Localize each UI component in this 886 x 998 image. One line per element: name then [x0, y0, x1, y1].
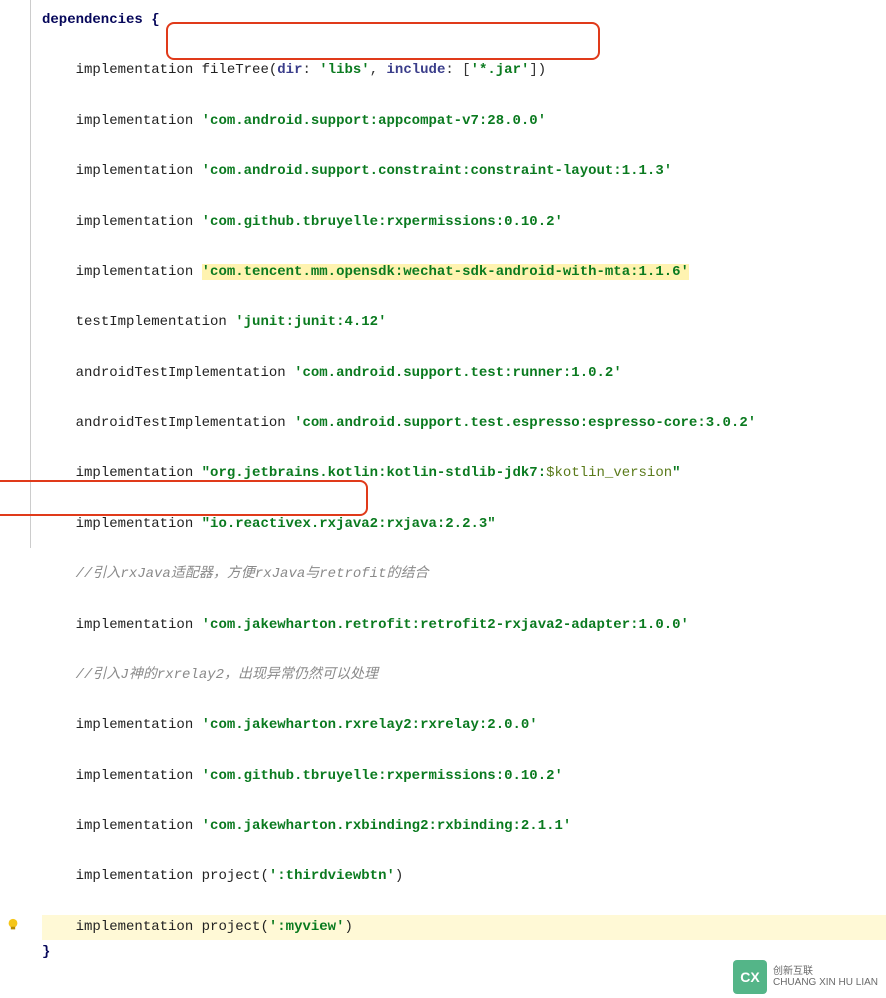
line-rxpermissions-2: implementation 'com.github.tbruyelle:rxp…: [42, 764, 886, 789]
line-constraint: implementation 'com.android.support.cons…: [42, 159, 886, 184]
line-rxpermissions: implementation 'com.github.tbruyelle:rxp…: [42, 210, 886, 235]
watermark: CX 创新互联 CHUANG XIN HU LIAN: [733, 960, 878, 994]
line-adapter: implementation 'com.jakewharton.retrofit…: [42, 613, 886, 638]
line-rxjava: implementation "io.reactivex.rxjava2:rxj…: [42, 512, 886, 537]
line-dependencies-open: dependencies {: [42, 8, 886, 33]
line-junit: testImplementation 'junit:junit:4.12': [42, 310, 886, 335]
line-rxbinding: implementation 'com.jakewharton.rxbindin…: [42, 814, 886, 839]
line-comment-1: //引入rxJava适配器，方便rxJava与retrofit的结合: [42, 562, 886, 587]
line-runner: androidTestImplementation 'com.android.s…: [42, 361, 886, 386]
line-kotlin: implementation "org.jetbrains.kotlin:kot…: [42, 461, 886, 486]
line-espresso: androidTestImplementation 'com.android.s…: [42, 411, 886, 436]
line-filetree: implementation fileTree(dir: 'libs', inc…: [42, 58, 886, 83]
keyword-dependencies: dependencies {: [42, 12, 160, 28]
line-appcompat: implementation 'com.android.support:appc…: [42, 109, 886, 134]
watermark-text: 创新互联 CHUANG XIN HU LIAN: [773, 966, 878, 988]
code-editor: dependencies { implementation fileTree(d…: [0, 0, 886, 998]
watermark-badge: CX: [733, 960, 767, 994]
line-myview: implementation project(':myview'): [42, 915, 886, 940]
line-wechat: implementation 'com.tencent.mm.opensdk:w…: [42, 260, 886, 285]
line-comment-2: //引入J神的rxrelay2，出现异常仍然可以处理: [42, 663, 886, 688]
line-thirdviewbtn: implementation project(':thirdviewbtn'): [42, 864, 886, 889]
line-rxrelay: implementation 'com.jakewharton.rxrelay2…: [42, 713, 886, 738]
lightbulb-icon[interactable]: [6, 918, 20, 932]
